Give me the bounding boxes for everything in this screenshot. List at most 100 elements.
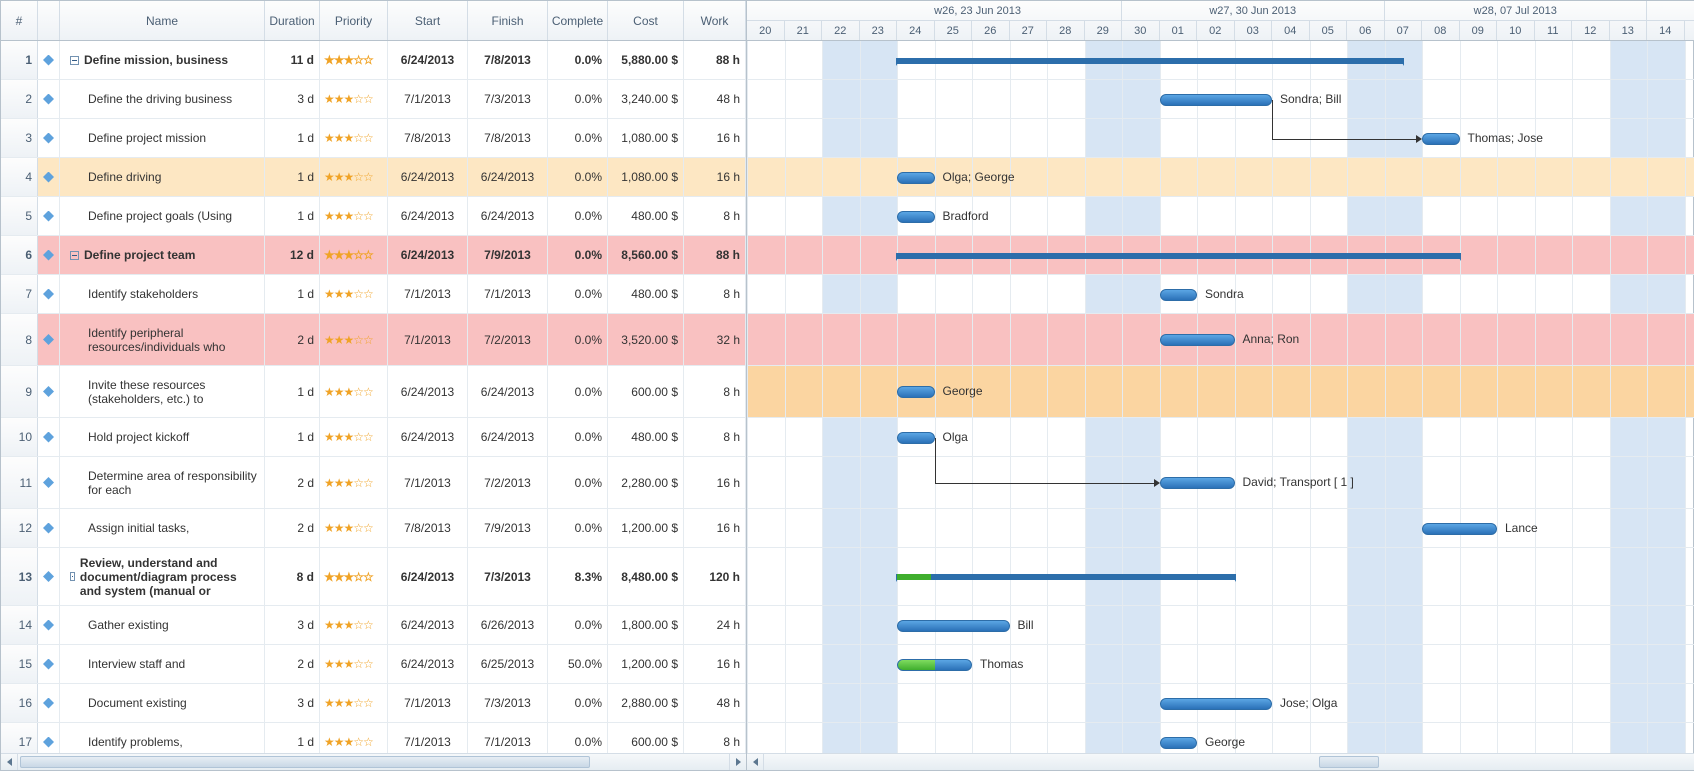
timeline-day-header[interactable]: 27 <box>1010 21 1048 40</box>
priority-cell[interactable]: ★★★☆☆ <box>320 366 388 417</box>
duration-cell[interactable]: 1 d <box>265 158 320 196</box>
col-complete[interactable]: Complete <box>548 1 608 40</box>
task-name-cell[interactable]: Define project goals (Using <box>60 197 265 235</box>
task-bar[interactable] <box>897 386 935 398</box>
timeline-day-header[interactable]: 01 <box>1160 21 1198 40</box>
duration-cell[interactable]: 2 d <box>265 645 320 683</box>
task-bar[interactable] <box>1160 334 1235 346</box>
task-name-cell[interactable]: Define mission, business <box>60 41 265 79</box>
col-type[interactable] <box>38 1 60 40</box>
table-row[interactable]: 4Define driving1 d★★★☆☆6/24/20136/24/201… <box>1 158 746 197</box>
summary-bar[interactable] <box>897 574 1235 580</box>
finish-cell[interactable]: 7/9/2013 <box>468 236 548 274</box>
work-cell[interactable]: 16 h <box>684 119 746 157</box>
task-bar[interactable] <box>1422 133 1460 145</box>
timeline-day-header[interactable]: 11 <box>1535 21 1573 40</box>
work-cell[interactable]: 88 h <box>684 41 746 79</box>
priority-cell[interactable]: ★★★☆☆ <box>320 418 388 456</box>
timeline-week-header[interactable]: w28, 07 Jul 2013 <box>1385 1 1648 20</box>
priority-cell[interactable]: ★★★☆☆ <box>320 606 388 644</box>
start-cell[interactable]: 6/24/2013 <box>388 548 468 605</box>
task-bar[interactable] <box>897 172 935 184</box>
priority-cell[interactable]: ★★★☆☆ <box>320 457 388 508</box>
task-name-cell[interactable]: Determine area of responsibility for eac… <box>60 457 265 508</box>
task-name-cell[interactable]: Interview staff and <box>60 645 265 683</box>
timeline-day-header[interactable]: 02 <box>1197 21 1235 40</box>
work-cell[interactable]: 16 h <box>684 457 746 508</box>
table-row[interactable]: 9Invite these resources (stakeholders, e… <box>1 366 746 418</box>
finish-cell[interactable]: 6/24/2013 <box>468 418 548 456</box>
timeline-day-header[interactable]: 21 <box>785 21 823 40</box>
work-cell[interactable]: 32 h <box>684 314 746 365</box>
duration-cell[interactable]: 3 d <box>265 606 320 644</box>
work-cell[interactable]: 88 h <box>684 236 746 274</box>
timeline-day-header[interactable]: 14 <box>1647 21 1685 40</box>
scroll-right-button[interactable] <box>729 754 746 770</box>
timeline-hscrollbar[interactable] <box>747 753 1694 770</box>
start-cell[interactable]: 7/1/2013 <box>388 80 468 118</box>
cost-cell[interactable]: 600.00 $ <box>608 723 684 753</box>
priority-cell[interactable]: ★★★☆☆ <box>320 41 388 79</box>
scroll-thumb[interactable] <box>1319 756 1379 768</box>
col-name[interactable]: Name <box>60 1 265 40</box>
task-bar[interactable] <box>897 659 972 671</box>
cost-cell[interactable]: 2,880.00 $ <box>608 684 684 722</box>
start-cell[interactable]: 6/24/2013 <box>388 645 468 683</box>
finish-cell[interactable]: 7/9/2013 <box>468 509 548 547</box>
col-priority[interactable]: Priority <box>320 1 388 40</box>
timeline-day-header[interactable]: 28 <box>1047 21 1085 40</box>
complete-cell[interactable]: 0.0% <box>548 197 608 235</box>
finish-cell[interactable]: 6/24/2013 <box>468 158 548 196</box>
finish-cell[interactable]: 6/25/2013 <box>468 645 548 683</box>
timeline-day-header[interactable]: 09 <box>1460 21 1498 40</box>
task-name-cell[interactable]: Hold project kickoff <box>60 418 265 456</box>
duration-cell[interactable]: 12 d <box>265 236 320 274</box>
table-row[interactable]: 8Identify peripheral resources/individua… <box>1 314 746 366</box>
task-bar[interactable] <box>1422 523 1497 535</box>
complete-cell[interactable]: 0.0% <box>548 158 608 196</box>
complete-cell[interactable]: 0.0% <box>548 509 608 547</box>
complete-cell[interactable]: 0.0% <box>548 275 608 313</box>
complete-cell[interactable]: 50.0% <box>548 645 608 683</box>
start-cell[interactable]: 7/1/2013 <box>388 275 468 313</box>
cost-cell[interactable]: 1,080.00 $ <box>608 119 684 157</box>
start-cell[interactable]: 6/24/2013 <box>388 418 468 456</box>
complete-cell[interactable]: 8.3% <box>548 548 608 605</box>
task-name-cell[interactable]: Assign initial tasks, <box>60 509 265 547</box>
cost-cell[interactable]: 480.00 $ <box>608 418 684 456</box>
task-name-cell[interactable]: Define project mission <box>60 119 265 157</box>
start-cell[interactable]: 6/24/2013 <box>388 197 468 235</box>
timeline-day-header[interactable]: 04 <box>1272 21 1310 40</box>
finish-cell[interactable]: 7/3/2013 <box>468 80 548 118</box>
duration-cell[interactable]: 8 d <box>265 548 320 605</box>
timeline-body[interactable]: Sondra; BillThomas; JoseOlga; GeorgeBrad… <box>747 41 1694 753</box>
scroll-left-button[interactable] <box>1 754 18 770</box>
timeline-day-header[interactable]: 30 <box>1122 21 1160 40</box>
finish-cell[interactable]: 7/1/2013 <box>468 275 548 313</box>
collapse-toggle[interactable] <box>70 572 75 581</box>
duration-cell[interactable]: 1 d <box>265 418 320 456</box>
start-cell[interactable]: 7/1/2013 <box>388 457 468 508</box>
start-cell[interactable]: 7/1/2013 <box>388 723 468 753</box>
cost-cell[interactable]: 1,800.00 $ <box>608 606 684 644</box>
finish-cell[interactable]: 7/3/2013 <box>468 548 548 605</box>
finish-cell[interactable]: 7/1/2013 <box>468 723 548 753</box>
cost-cell[interactable]: 1,200.00 $ <box>608 645 684 683</box>
task-bar[interactable] <box>1160 477 1235 489</box>
timeline-day-header[interactable]: 12 <box>1572 21 1610 40</box>
work-cell[interactable]: 16 h <box>684 158 746 196</box>
complete-cell[interactable]: 0.0% <box>548 457 608 508</box>
priority-cell[interactable]: ★★★☆☆ <box>320 80 388 118</box>
task-bar[interactable] <box>897 432 935 444</box>
work-cell[interactable]: 8 h <box>684 366 746 417</box>
cost-cell[interactable]: 3,520.00 $ <box>608 314 684 365</box>
start-cell[interactable]: 7/8/2013 <box>388 119 468 157</box>
cost-cell[interactable]: 600.00 $ <box>608 366 684 417</box>
priority-cell[interactable]: ★★★☆☆ <box>320 645 388 683</box>
timeline-day-header[interactable]: 03 <box>1235 21 1273 40</box>
col-duration[interactable]: Duration <box>265 1 320 40</box>
start-cell[interactable]: 6/24/2013 <box>388 606 468 644</box>
timeline-week-header[interactable]: w26, 23 Jun 2013 <box>747 1 1122 20</box>
work-cell[interactable]: 120 h <box>684 548 746 605</box>
priority-cell[interactable]: ★★★☆☆ <box>320 723 388 753</box>
